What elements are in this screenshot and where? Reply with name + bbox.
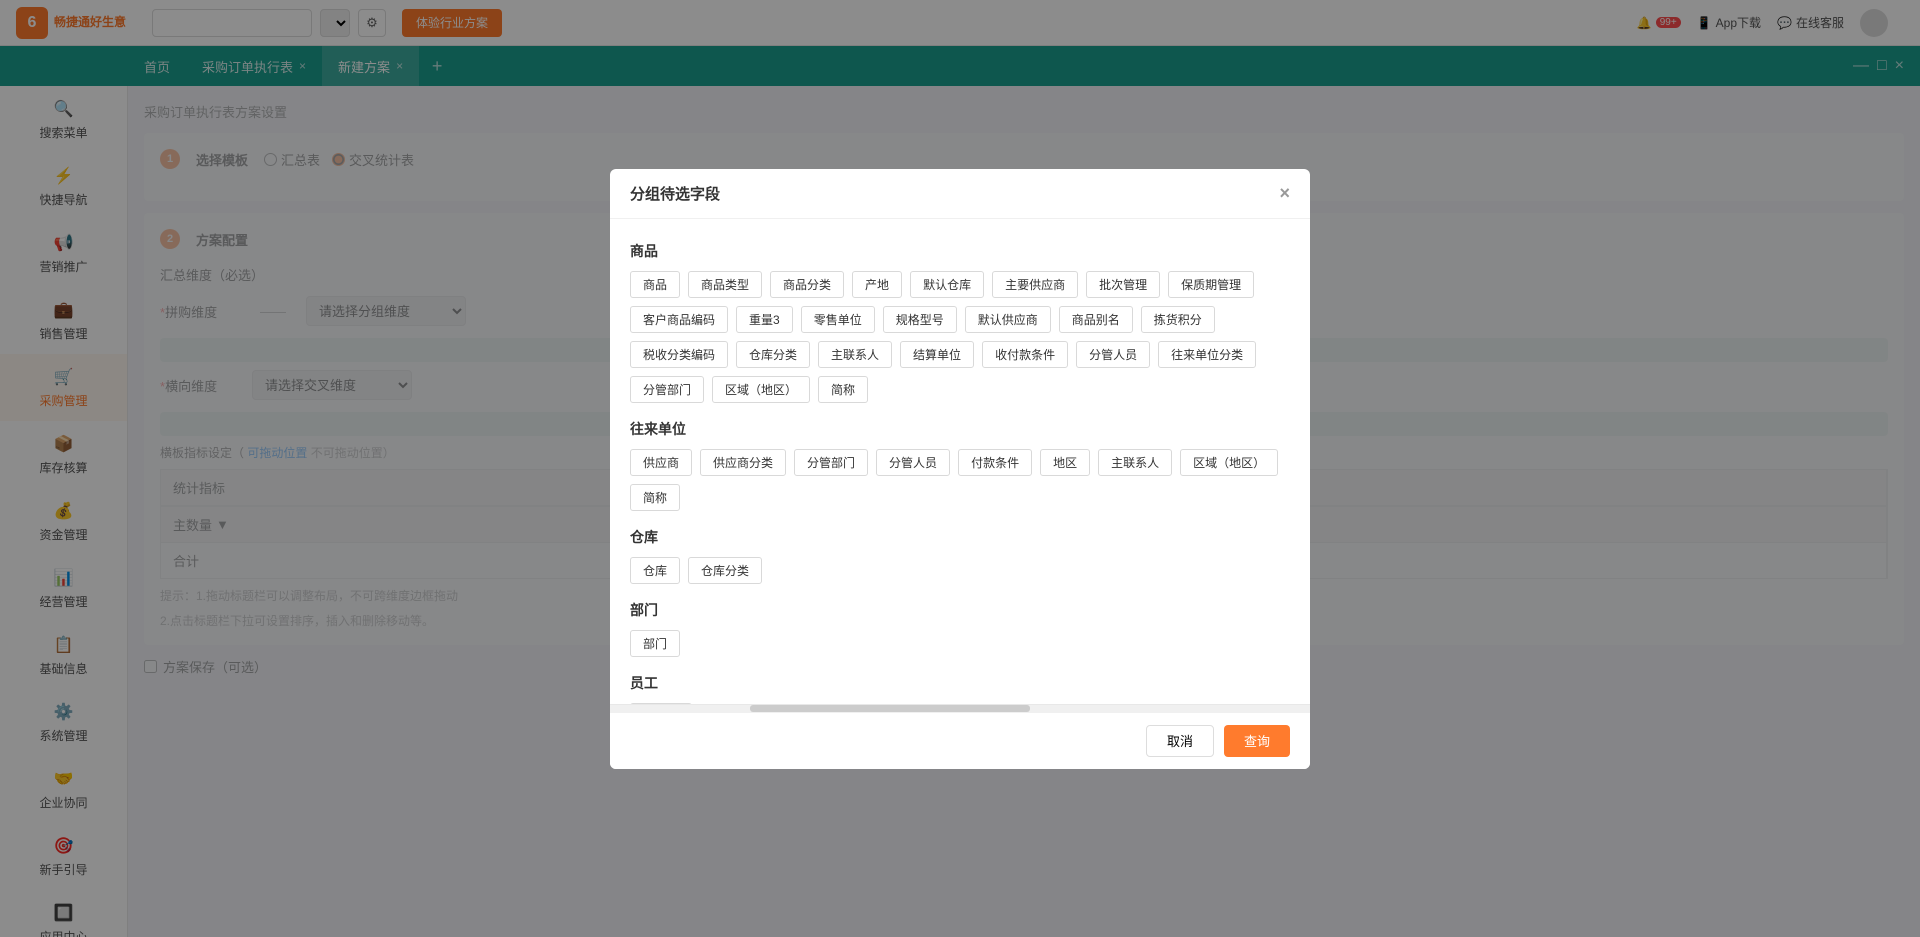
modal-cancel-button[interactable]: 取消 xyxy=(1146,725,1214,757)
field-tag-3-0[interactable]: 部门 xyxy=(630,630,680,657)
section-title-3: 部门 xyxy=(630,600,1290,620)
field-tag-0-3[interactable]: 产地 xyxy=(852,271,902,298)
field-tag-0-21[interactable]: 往来单位分类 xyxy=(1158,341,1256,368)
field-tag-0-5[interactable]: 主要供应商 xyxy=(992,271,1078,298)
modal-horizontal-scrollbar[interactable] xyxy=(610,704,1310,712)
field-tag-0-18[interactable]: 结算单位 xyxy=(900,341,974,368)
field-tag-2-0[interactable]: 仓库 xyxy=(630,557,680,584)
field-tag-0-10[interactable]: 零售单位 xyxy=(801,306,875,333)
field-tag-0-0[interactable]: 商品 xyxy=(630,271,680,298)
field-tag-0-23[interactable]: 区域（地区） xyxy=(712,376,810,403)
modal-header: 分组待选字段 × xyxy=(610,169,1310,219)
section-fields-2: 仓库仓库分类 xyxy=(630,557,1290,584)
field-tag-0-24[interactable]: 简称 xyxy=(818,376,868,403)
field-tag-0-2[interactable]: 商品分类 xyxy=(770,271,844,298)
field-tag-0-19[interactable]: 收付款条件 xyxy=(982,341,1068,368)
field-tag-0-13[interactable]: 商品别名 xyxy=(1059,306,1133,333)
field-tag-1-1[interactable]: 供应商分类 xyxy=(700,449,786,476)
field-tag-0-22[interactable]: 分管部门 xyxy=(630,376,704,403)
modal-overlay: 分组待选字段 × 商品商品商品类型商品分类产地默认仓库主要供应商批次管理保质期管… xyxy=(0,0,1920,937)
modal-body: 商品商品商品类型商品分类产地默认仓库主要供应商批次管理保质期管理客户商品编码重量… xyxy=(610,219,1310,704)
modal-close-button[interactable]: × xyxy=(1279,183,1290,204)
field-tag-0-12[interactable]: 默认供应商 xyxy=(965,306,1051,333)
field-tag-1-2[interactable]: 分管部门 xyxy=(794,449,868,476)
field-tag-2-1[interactable]: 仓库分类 xyxy=(688,557,762,584)
section-title-0: 商品 xyxy=(630,241,1290,261)
field-tag-0-16[interactable]: 仓库分类 xyxy=(736,341,810,368)
modal-footer: 取消 查询 xyxy=(610,712,1310,769)
section-fields-3: 部门 xyxy=(630,630,1290,657)
field-tag-1-4[interactable]: 付款条件 xyxy=(958,449,1032,476)
field-tag-1-0[interactable]: 供应商 xyxy=(630,449,692,476)
modal-title: 分组待选字段 xyxy=(630,183,720,204)
field-tag-0-4[interactable]: 默认仓库 xyxy=(910,271,984,298)
field-tag-0-1[interactable]: 商品类型 xyxy=(688,271,762,298)
field-tag-1-6[interactable]: 主联系人 xyxy=(1098,449,1172,476)
field-tag-0-6[interactable]: 批次管理 xyxy=(1086,271,1160,298)
field-tag-0-15[interactable]: 税收分类编码 xyxy=(630,341,728,368)
field-tag-0-7[interactable]: 保质期管理 xyxy=(1168,271,1254,298)
field-tag-1-3[interactable]: 分管人员 xyxy=(876,449,950,476)
section-title-4: 员工 xyxy=(630,673,1290,693)
section-fields-1: 供应商供应商分类分管部门分管人员付款条件地区主联系人区域（地区） 简称 xyxy=(630,449,1290,511)
field-tag-1-5[interactable]: 地区 xyxy=(1040,449,1090,476)
field-tag-1-7[interactable]: 区域（地区） xyxy=(1180,449,1278,476)
modal-hscroll-thumb xyxy=(750,705,1030,712)
section-title-2: 仓库 xyxy=(630,527,1290,547)
section-fields-0: 商品商品类型商品分类产地默认仓库主要供应商批次管理保质期管理客户商品编码重量3 零… xyxy=(630,271,1290,403)
section-title-1: 往来单位 xyxy=(630,419,1290,439)
field-tag-0-20[interactable]: 分管人员 xyxy=(1076,341,1150,368)
field-tag-0-8[interactable]: 客户商品编码 xyxy=(630,306,728,333)
field-select-modal: 分组待选字段 × 商品商品商品类型商品分类产地默认仓库主要供应商批次管理保质期管… xyxy=(610,169,1310,769)
modal-confirm-button[interactable]: 查询 xyxy=(1224,725,1290,757)
field-tag-1-8[interactable]: 简称 xyxy=(630,484,680,511)
field-tag-0-14[interactable]: 拣货积分 xyxy=(1141,306,1215,333)
field-tag-0-9[interactable]: 重量3 xyxy=(736,306,793,333)
field-tag-0-17[interactable]: 主联系人 xyxy=(818,341,892,368)
field-tag-0-11[interactable]: 规格型号 xyxy=(883,306,957,333)
